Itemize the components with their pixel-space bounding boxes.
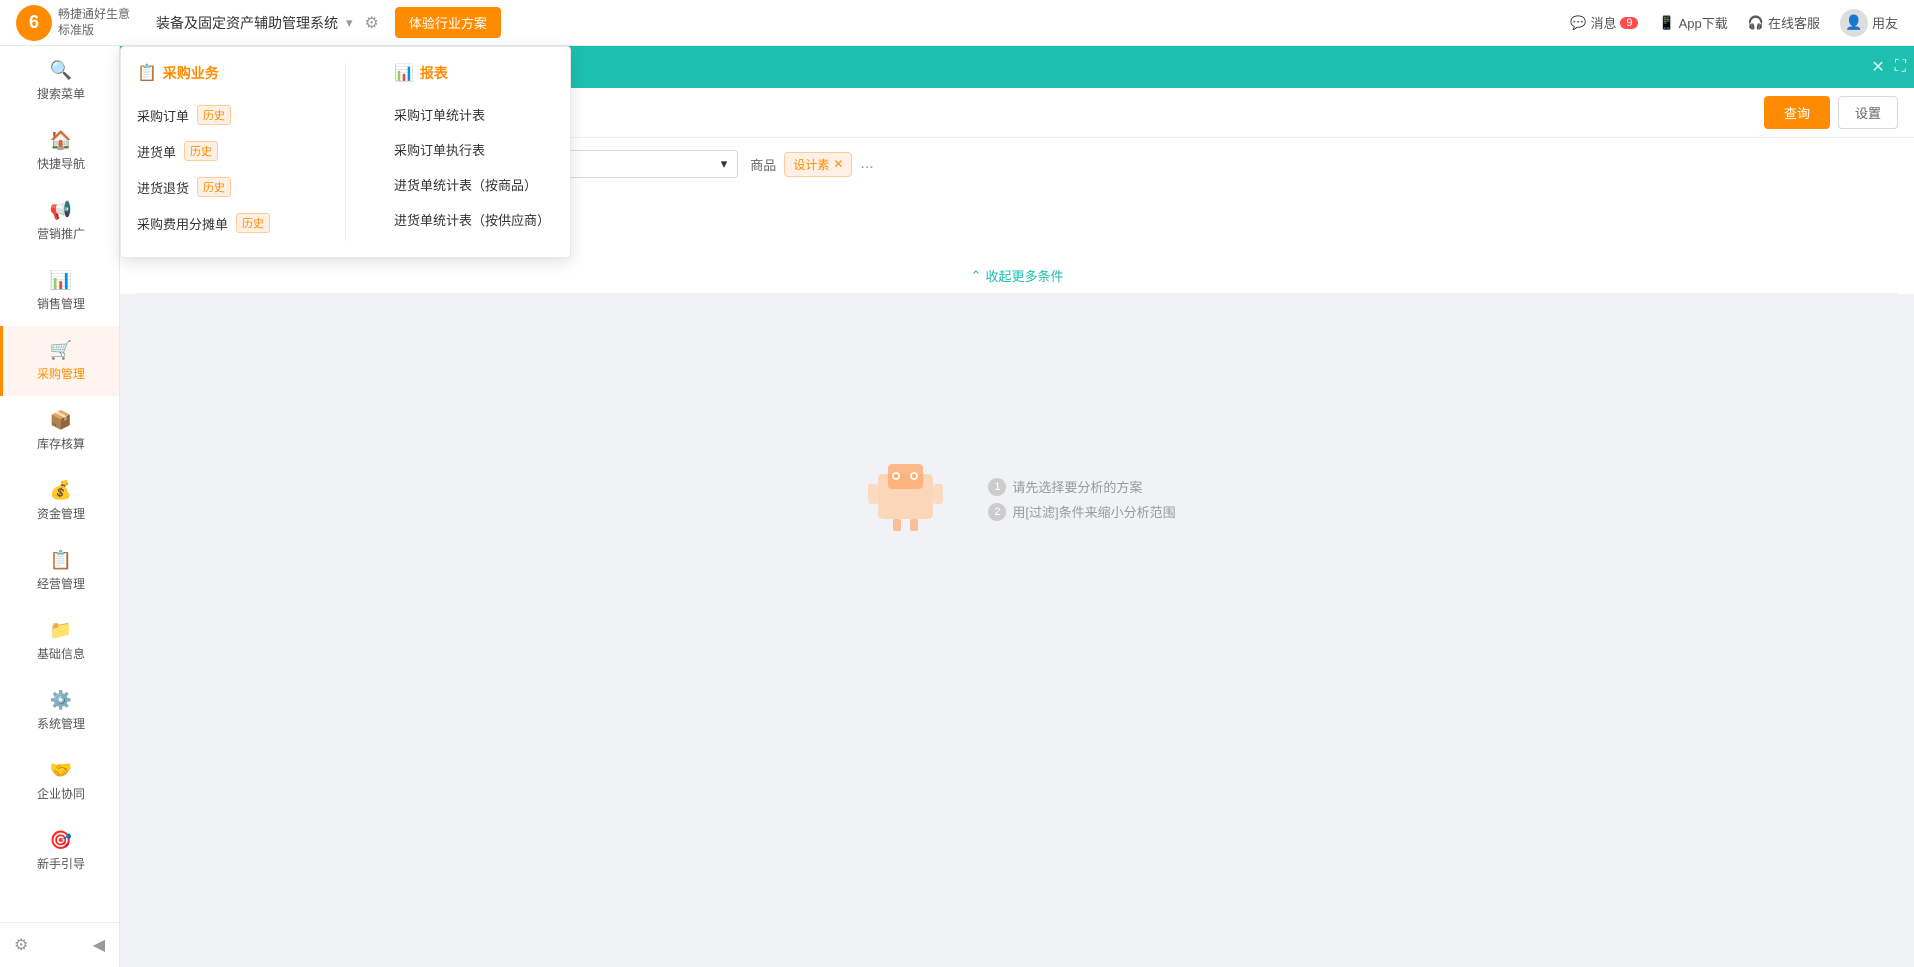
settings-gear-icon[interactable]: ⚙	[365, 13, 379, 33]
report-incoming-goods[interactable]: 进货单统计表（按商品）	[394, 167, 554, 202]
logo-text: 畅捷通好生意 标准版	[58, 7, 130, 38]
sidebar-item-finance[interactable]: 💰 资金管理	[0, 466, 119, 536]
sidebar-item-enterprise[interactable]: 🤝 企业协同	[0, 746, 119, 816]
user-menu[interactable]: 👤 用友	[1840, 9, 1898, 37]
sidebar: 🔍 搜索菜单 🏠 快捷导航 📢 营销推广 📊 销售管理 🛒 采购管理 📦 库存核…	[0, 46, 120, 967]
empty-illustration	[858, 444, 958, 544]
search-icon: 🔍	[50, 60, 72, 81]
inventory-icon: 📦	[50, 410, 72, 431]
sidebar-item-marketing[interactable]: 📢 营销推广	[0, 186, 119, 256]
tab-fullscreen-icon[interactable]: ⛶	[1895, 58, 1906, 76]
user-avatar: 👤	[1840, 9, 1868, 37]
finance-icon: 💰	[50, 480, 72, 501]
empty-hints: 1 请先选择要分析的方案 2 用[过滤]条件来缩小分析范围	[988, 477, 1175, 527]
settings-button[interactable]: 设置	[1838, 96, 1898, 129]
tab-actions: ✕ ⛶	[1871, 57, 1906, 77]
goods-label: 商品	[750, 155, 776, 174]
logo-icon: 6	[16, 5, 52, 41]
purchase-return-item[interactable]: 进货退货 历史	[137, 169, 297, 205]
sidebar-item-basic-info[interactable]: 📁 基础信息	[0, 606, 119, 676]
app-download-btn[interactable]: 📱 App下载	[1658, 13, 1727, 32]
basic-info-icon: 📁	[50, 620, 72, 641]
collapse-row: ⌃ 收起更多条件	[136, 258, 1898, 294]
collapse-sidebar-icon[interactable]: ◀	[93, 935, 105, 955]
tab-close-icon[interactable]: ✕	[1871, 57, 1884, 77]
message-badge: 9	[1620, 17, 1638, 29]
sidebar-item-search[interactable]: 🔍 搜索菜单	[0, 46, 119, 116]
history-badge-0[interactable]: 历史	[197, 105, 231, 125]
system-name: 装备及固定资产辅助管理系统	[156, 13, 338, 33]
operations-icon: 📋	[50, 550, 72, 571]
marketing-icon: 📢	[50, 200, 72, 221]
system-icon: ⚙️	[50, 690, 72, 711]
topbar: 6 畅捷通好生意 标准版 装备及固定资产辅助管理系统 ▾ ⚙ 体验行业方案 💬 …	[0, 0, 1914, 46]
report-order-exec[interactable]: 采购订单执行表	[394, 132, 554, 167]
reports-col: 📊 报表 采购订单统计表 采购订单执行表 进货单统计表（按商品） 进货单统计表（…	[394, 63, 554, 241]
headset-icon: 🎧	[1748, 15, 1764, 31]
dropdown-divider	[345, 63, 346, 241]
goods-field: 商品 设计素 ✕ ...	[750, 152, 873, 177]
empty-state: 1 请先选择要分析的方案 2 用[过滤]条件来缩小分析范围	[120, 294, 1914, 694]
goods-tag-remove[interactable]: ✕	[833, 157, 843, 171]
purchase-expense-item[interactable]: 采购费用分摊单 历史	[137, 205, 297, 241]
reports-col-icon: 📊	[394, 63, 414, 83]
sidebar-item-purchase[interactable]: 🛒 采购管理	[0, 326, 119, 396]
sidebar-bottom: ⚙ ◀	[0, 922, 119, 967]
right-actions: 查询 设置	[1764, 96, 1898, 129]
sidebar-item-sales[interactable]: 📊 销售管理	[0, 256, 119, 326]
history-badge-3[interactable]: 历史	[236, 213, 270, 233]
query-button[interactable]: 查询	[1764, 96, 1830, 129]
logo-area: 6 畅捷通好生意 标准版	[16, 5, 136, 41]
guide-icon: 🎯	[50, 830, 72, 851]
home-icon: 🏠	[50, 130, 72, 151]
sidebar-item-inventory[interactable]: 📦 库存核算	[0, 396, 119, 466]
sidebar-item-quick-nav[interactable]: 🏠 快捷导航	[0, 116, 119, 186]
purchase-order-item[interactable]: 采购订单 历史	[137, 97, 297, 133]
purchase-col-icon: 📋	[137, 63, 157, 83]
system-dropdown-icon[interactable]: ▾	[346, 15, 353, 31]
purchase-dropdown-menu: 📋 采购业务 采购订单 历史 进货单 历史 进货退货 历史 采购费用分摊单 历史…	[120, 46, 571, 258]
collapse-up-icon: ⌃	[971, 268, 982, 284]
report-incoming-supplier[interactable]: 进货单统计表（按供应商）	[394, 202, 554, 237]
topbar-right: 💬 消息 9 📱 App下载 🎧 在线客服 👤 用友	[1570, 9, 1898, 37]
settings-bottom-icon[interactable]: ⚙	[14, 935, 28, 955]
report-order-stats[interactable]: 采购订单统计表	[394, 97, 554, 132]
message-icon: 💬	[1570, 15, 1586, 31]
history-badge-1[interactable]: 历史	[184, 141, 218, 161]
message-btn[interactable]: 💬 消息 9	[1570, 13, 1638, 32]
industry-btn[interactable]: 体验行业方案	[395, 7, 501, 38]
phone-icon: 📱	[1658, 15, 1674, 31]
sidebar-item-operations[interactable]: 📋 经营管理	[0, 536, 119, 606]
goods-tag: 设计素 ✕	[784, 152, 852, 177]
reports-col-title: 📊 报表	[394, 63, 554, 83]
chevron-down-icon: ▾	[721, 156, 728, 172]
purchase-col-title: 📋 采购业务	[137, 63, 297, 83]
sidebar-item-guide[interactable]: 🎯 新手引导	[0, 816, 119, 886]
online-service-btn[interactable]: 🎧 在线客服	[1748, 13, 1820, 32]
sidebar-item-system[interactable]: ⚙️ 系统管理	[0, 676, 119, 746]
sales-icon: 📊	[50, 270, 72, 291]
collapse-filters-btn[interactable]: ⌃ 收起更多条件	[971, 266, 1064, 285]
goods-dots[interactable]: ...	[860, 155, 873, 173]
purchase-icon: 🛒	[50, 340, 72, 361]
purchase-incoming-item[interactable]: 进货单 历史	[137, 133, 297, 169]
enterprise-icon: 🤝	[50, 760, 72, 781]
history-badge-2[interactable]: 历史	[197, 177, 231, 197]
purchase-col: 📋 采购业务 采购订单 历史 进货单 历史 进货退货 历史 采购费用分摊单 历史	[137, 63, 297, 241]
topbar-center: 装备及固定资产辅助管理系统 ▾ ⚙ 体验行业方案	[136, 7, 1570, 38]
status-select[interactable]: ▾	[558, 150, 738, 178]
